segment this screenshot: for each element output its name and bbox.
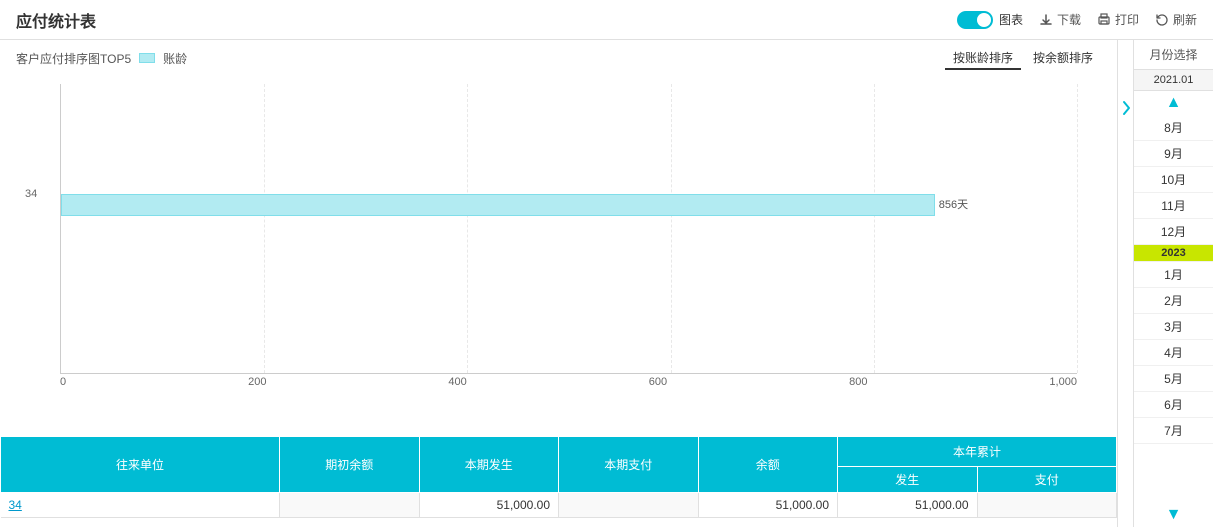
- sidebar-month-1[interactable]: 1月: [1134, 262, 1213, 288]
- grid-line-600: [671, 84, 672, 373]
- sidebar-month-5[interactable]: 5月: [1134, 366, 1213, 392]
- chart-toggle-label: 图表: [999, 11, 1023, 28]
- page-header: 应付统计表 图表 下载 打印 刷新: [0, 0, 1213, 40]
- print-button[interactable]: 打印: [1097, 11, 1139, 28]
- col-current: 本期发生: [419, 437, 559, 493]
- cell-opening: [280, 493, 420, 518]
- sidebar-month-4[interactable]: 4月: [1134, 340, 1213, 366]
- col-ytd-pay: 支付: [977, 467, 1117, 493]
- chart-legend: 客户应付排序图TOP5 账龄: [16, 50, 187, 67]
- x-label-400: 400: [448, 376, 466, 388]
- summary-table: 往来单位 期初余额 本期发生 本期支付 余额 本年累计 发生 支付: [0, 436, 1117, 518]
- chart-inner: 34 856天: [60, 84, 1077, 374]
- sidebar-down-button[interactable]: ▼: [1134, 503, 1213, 527]
- table-header-row-1: 往来单位 期初余额 本期发生 本期支付 余额 本年累计: [1, 437, 1117, 467]
- cell-payment: [559, 493, 699, 518]
- cell-ytd-pay: [977, 493, 1117, 518]
- sidebar-scroll: 8月 9月 10月 11月 12月 2023 1月 2月 3月 4月 5月 6月…: [1134, 115, 1213, 503]
- sidebar-month-2[interactable]: 2月: [1134, 288, 1213, 314]
- sidebar-header: 月份选择: [1134, 40, 1213, 70]
- sort-by-amount-button[interactable]: 按账龄排序: [945, 47, 1021, 70]
- x-label-0: 0: [60, 376, 66, 388]
- main-container: 客户应付排序图TOP5 账龄 按账龄排序 按余额排序 34: [0, 40, 1213, 527]
- grid-line-800: [874, 84, 875, 373]
- sidebar-up-button[interactable]: ▲: [1134, 91, 1213, 115]
- bar-end-label: 856天: [939, 196, 968, 212]
- sidebar-month-3[interactable]: 3月: [1134, 314, 1213, 340]
- bar-fill: [61, 194, 935, 216]
- legend-text: 客户应付排序图TOP5: [16, 50, 131, 67]
- x-label-600: 600: [649, 376, 667, 388]
- bar-y-label: 34: [25, 188, 37, 200]
- x-label-1000: 1,000: [1049, 376, 1077, 388]
- table-area: 往来单位 期初余额 本期发生 本期支付 余额 本年累计 发生 支付: [0, 436, 1117, 518]
- x-labels: 0 200 400 600 800 1,000: [60, 374, 1077, 390]
- col-source: 往来单位: [1, 437, 280, 493]
- cell-source[interactable]: 34: [1, 493, 280, 518]
- sidebar-expand-button[interactable]: [1117, 40, 1133, 527]
- sidebar-month-9[interactable]: 9月: [1134, 141, 1213, 167]
- cell-balance: 51,000.00: [698, 493, 838, 518]
- x-label-200: 200: [248, 376, 266, 388]
- cell-ytd-occur: 51,000.00: [838, 493, 978, 518]
- table-row: 34 51,000.00 51,000.00 51,000.00: [1, 493, 1117, 518]
- chart-header: 客户应付排序图TOP5 账龄 按账龄排序 按余额排序: [0, 40, 1117, 76]
- sidebar-month-7[interactable]: 7月: [1134, 418, 1213, 444]
- chart-area: 客户应付排序图TOP5 账龄 按账龄排序 按余额排序 34: [0, 40, 1117, 527]
- sidebar-year-2023[interactable]: 2023: [1134, 245, 1213, 262]
- sort-buttons: 按账龄排序 按余额排序: [945, 47, 1101, 70]
- page-title: 应付统计表: [16, 8, 96, 32]
- right-sidebar: 月份选择 2021.01 ▲ 8月 9月 10月 11月 12月 2023 1月…: [1133, 40, 1213, 527]
- bar-chart: 34 856天 0 200 400 600 800 1,000: [0, 76, 1117, 436]
- sidebar-month-8[interactable]: 8月: [1134, 115, 1213, 141]
- legend-box-label: 账龄: [163, 50, 187, 67]
- grid-line-1000: [1077, 84, 1078, 373]
- refresh-icon: [1155, 13, 1169, 27]
- sidebar-month-12[interactable]: 12月: [1134, 219, 1213, 245]
- col-balance: 余额: [698, 437, 838, 493]
- col-ytd-occur: 发生: [838, 467, 978, 493]
- sidebar-month-11[interactable]: 11月: [1134, 193, 1213, 219]
- sidebar-month-10[interactable]: 10月: [1134, 167, 1213, 193]
- col-ytd: 本年累计: [838, 437, 1117, 467]
- refresh-button[interactable]: 刷新: [1155, 11, 1197, 28]
- expand-right-icon: [1121, 100, 1131, 116]
- chart-toggle[interactable]: [957, 11, 993, 29]
- sidebar-date[interactable]: 2021.01: [1134, 70, 1213, 91]
- grid-line-200: [264, 84, 265, 373]
- col-payment: 本期支付: [559, 437, 699, 493]
- download-button[interactable]: 下载: [1039, 11, 1081, 28]
- print-icon: [1097, 13, 1111, 27]
- download-icon: [1039, 13, 1053, 27]
- x-label-800: 800: [849, 376, 867, 388]
- header-actions: 图表 下载 打印 刷新: [957, 11, 1197, 29]
- cell-current: 51,000.00: [419, 493, 559, 518]
- legend-box: [139, 53, 155, 63]
- sidebar-month-6[interactable]: 6月: [1134, 392, 1213, 418]
- col-opening: 期初余额: [280, 437, 420, 493]
- grid-line-400: [467, 84, 468, 373]
- chart-toggle-container: 图表: [957, 11, 1023, 29]
- sort-by-balance-button[interactable]: 按余额排序: [1025, 47, 1101, 70]
